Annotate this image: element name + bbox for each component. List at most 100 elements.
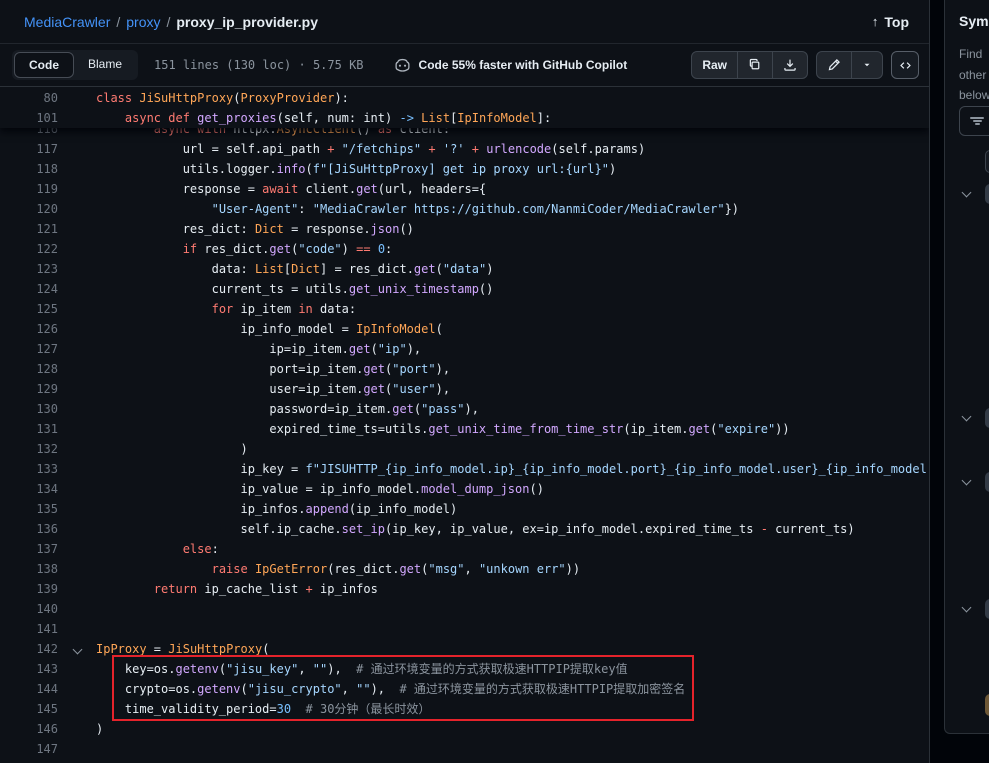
- code-line: 131expired_time_ts=utils.get_unix_time_f…: [0, 419, 929, 439]
- line-number[interactable]: 146: [0, 719, 58, 739]
- file-view-container: MediaCrawler / proxy / proxy_ip_provider…: [0, 0, 930, 763]
- line-number[interactable]: 132: [0, 439, 58, 459]
- breadcrumb-folder-link[interactable]: proxy: [126, 14, 160, 30]
- raw-button[interactable]: Raw: [692, 52, 737, 78]
- download-button[interactable]: [772, 52, 807, 78]
- code-line: 101 async def get_proxies(self, num: int)…: [0, 108, 929, 128]
- file-meta-info: 151 lines (130 loc) · 5.75 KB: [154, 58, 364, 72]
- line-number[interactable]: 125: [0, 299, 58, 319]
- code-line: 122 if res_dict.get("code") == 0:: [0, 239, 929, 259]
- back-to-top-link[interactable]: ↑ Top: [872, 14, 909, 30]
- tab-blame[interactable]: Blame: [74, 52, 136, 78]
- symbols-toggle-button[interactable]: [891, 51, 919, 79]
- line-number[interactable]: 124: [0, 279, 58, 299]
- code-text: utils.logger.info(f"[JiSuHttpProxy] get …: [96, 162, 616, 176]
- line-number[interactable]: 120: [0, 199, 58, 219]
- chevron-down-icon[interactable]: [962, 412, 972, 422]
- symbols-panel-description: Find other below: [959, 44, 989, 106]
- filter-icon: [970, 115, 984, 126]
- symbol-item[interactable]: [985, 408, 989, 428]
- code-text: ): [96, 722, 103, 736]
- line-number[interactable]: 101: [0, 108, 58, 128]
- triangle-down-icon: [862, 60, 872, 70]
- code-line: 124 current_ts = utils.get_unix_timestamp…: [0, 279, 929, 299]
- breadcrumb-separator: /: [166, 14, 170, 30]
- code-text: if res_dict.get("code") == 0:: [96, 242, 392, 256]
- code-line: 118 utils.logger.info(f"[JiSuHttpProxy] g…: [0, 159, 929, 179]
- line-number[interactable]: 121: [0, 219, 58, 239]
- code-line: 146): [0, 719, 929, 739]
- code-text: url = self.api_path + "/fetchips" + '?' …: [96, 142, 645, 156]
- line-number[interactable]: 139: [0, 579, 58, 599]
- code-text: ip_key = f"JISUHTTP_{ip_info_model.ip}_{…: [96, 462, 929, 476]
- code-text: current_ts = utils.get_unix_timestamp(): [96, 282, 493, 296]
- code-line: 117 url = self.api_path + "/fetchips" + '…: [0, 139, 929, 159]
- symbol-item[interactable]: [985, 472, 989, 492]
- line-number[interactable]: 128: [0, 359, 58, 379]
- symbol-item[interactable]: [985, 599, 989, 619]
- line-number[interactable]: 145: [0, 699, 58, 719]
- breadcrumb-separator: /: [116, 14, 120, 30]
- tab-code[interactable]: Code: [14, 52, 74, 78]
- code-line: 128port=ip_item.get("port"),: [0, 359, 929, 379]
- chevron-down-icon[interactable]: [962, 188, 972, 198]
- line-number[interactable]: 129: [0, 379, 58, 399]
- line-number[interactable]: 122: [0, 239, 58, 259]
- code-line: 137else:: [0, 539, 929, 559]
- line-number[interactable]: 135: [0, 499, 58, 519]
- edit-group: [816, 51, 883, 79]
- download-icon: [783, 58, 797, 72]
- line-number[interactable]: 137: [0, 539, 58, 559]
- line-number[interactable]: 117: [0, 139, 58, 159]
- code-line: 80class JiSuHttpProxy(ProxyProvider):: [0, 88, 929, 108]
- code-line: 130password=ip_item.get("pass"),: [0, 399, 929, 419]
- code-blame-switch: Code Blame: [12, 50, 138, 80]
- fold-chevron-icon[interactable]: [72, 645, 82, 655]
- line-number[interactable]: 147: [0, 739, 58, 759]
- code-text: for ip_item in data:: [96, 302, 356, 316]
- chevron-down-icon[interactable]: [962, 476, 972, 486]
- copy-button[interactable]: [737, 52, 772, 78]
- copilot-banner-text: Code 55% faster with GitHub Copilot: [419, 58, 628, 72]
- edit-button[interactable]: [817, 52, 851, 78]
- symbol-item-highlighted[interactable]: [985, 694, 989, 716]
- code-viewer: 116async with httpx.AsyncClient() as cli…: [0, 87, 929, 762]
- code-text: async def get_proxies(self, num: int) ->…: [96, 111, 551, 125]
- code-line: 129user=ip_item.get("user"),: [0, 379, 929, 399]
- line-number[interactable]: 138: [0, 559, 58, 579]
- breadcrumb-repo-link[interactable]: MediaCrawler: [24, 14, 110, 30]
- line-number[interactable]: 131: [0, 419, 58, 439]
- code-line: 132): [0, 439, 929, 459]
- line-number[interactable]: 140: [0, 599, 58, 619]
- line-number[interactable]: 123: [0, 259, 58, 279]
- code-text: self.ip_cache.set_ip(ip_key, ip_value, e…: [96, 522, 855, 536]
- chevron-down-icon[interactable]: [962, 603, 972, 613]
- line-number[interactable]: 133: [0, 459, 58, 479]
- symbols-filter-input[interactable]: [959, 106, 989, 136]
- line-number[interactable]: 136: [0, 519, 58, 539]
- line-number[interactable]: 118: [0, 159, 58, 179]
- line-number[interactable]: 126: [0, 319, 58, 339]
- code-text: ip=ip_item.get("ip"),: [96, 342, 421, 356]
- copilot-banner[interactable]: Code 55% faster with GitHub Copilot: [394, 57, 628, 74]
- line-number[interactable]: 142: [0, 639, 58, 659]
- line-number[interactable]: 144: [0, 679, 58, 699]
- symbols-panel-heading: Symbols: [959, 13, 989, 29]
- back-to-top-label: Top: [884, 14, 909, 30]
- code-line: 134ip_value = ip_info_model.model_dump_j…: [0, 479, 929, 499]
- line-number[interactable]: 127: [0, 339, 58, 359]
- code-text: raise IpGetError(res_dict.get("msg", "un…: [96, 562, 580, 576]
- line-number[interactable]: 143: [0, 659, 58, 679]
- line-number[interactable]: 119: [0, 179, 58, 199]
- line-number[interactable]: 141: [0, 619, 58, 639]
- symbols-panel: Symbols Find other below: [944, 0, 989, 734]
- symbol-item[interactable]: [985, 150, 989, 173]
- edit-dropdown-button[interactable]: [851, 52, 882, 78]
- line-number[interactable]: 134: [0, 479, 58, 499]
- symbol-item[interactable]: [985, 184, 989, 204]
- code-line: 127 ip=ip_item.get("ip"),: [0, 339, 929, 359]
- pencil-icon: [827, 58, 841, 72]
- line-number[interactable]: 80: [0, 88, 58, 108]
- code-line: 138 raise IpGetError(res_dict.get("msg", …: [0, 559, 929, 579]
- line-number[interactable]: 130: [0, 399, 58, 419]
